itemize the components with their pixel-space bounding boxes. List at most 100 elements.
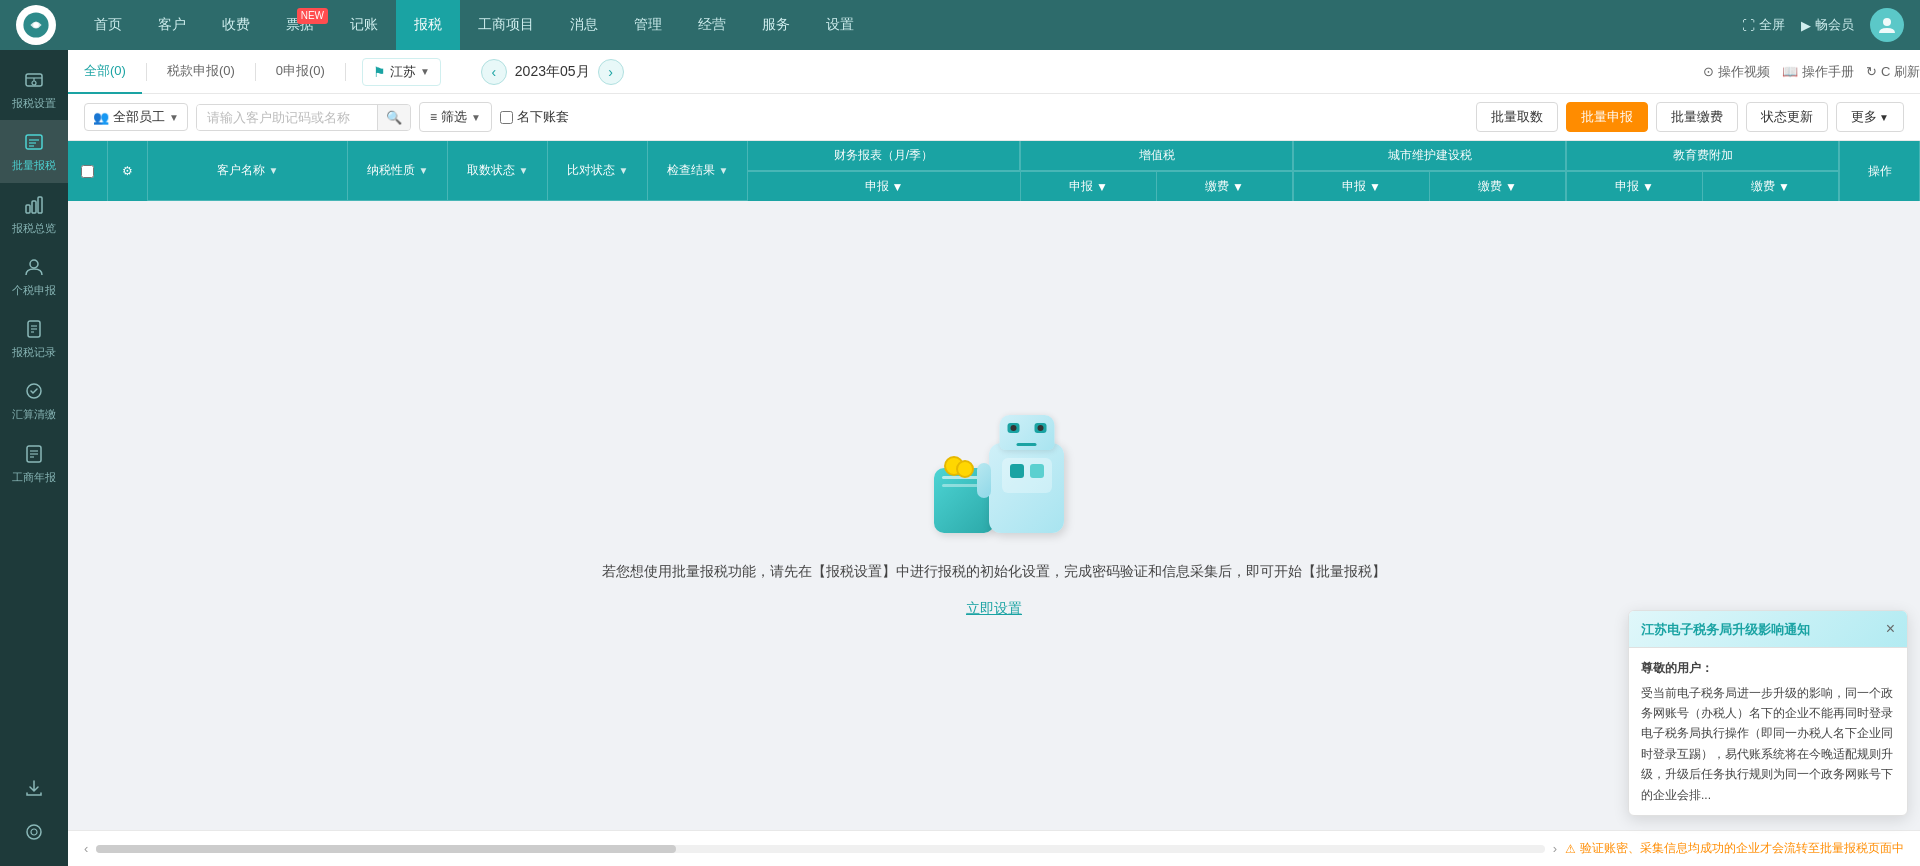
search-button[interactable]: 🔍: [377, 105, 410, 130]
status-update-button[interactable]: 状态更新: [1746, 102, 1828, 132]
video-icon: ⊙: [1703, 64, 1714, 79]
region-text: 江苏: [390, 63, 416, 81]
sidebar-item-batch-tax[interactable]: 批量报税: [0, 120, 68, 182]
edu-pay-filter-icon[interactable]: ▼: [1778, 180, 1790, 194]
sidebar-user-settings[interactable]: [0, 810, 68, 854]
nav-messages[interactable]: 消息: [552, 0, 616, 50]
notification-greeting: 尊敬的用户：: [1641, 658, 1895, 678]
svg-rect-12: [38, 197, 42, 213]
tab-zero-declare[interactable]: 0申报(0): [260, 50, 341, 94]
empty-message: 若您想使用批量报税功能，请先在【报税设置】中进行报税的初始化设置，完成密码验证和…: [602, 559, 1386, 584]
th-vat-group: 增值税: [1021, 141, 1293, 171]
tabs-period-row: 全部(0) 税款申报(0) 0申报(0) ⚑ 江苏 ▼ ‹ 2023年05月 ›…: [68, 50, 1920, 94]
batch-declare-button[interactable]: 批量申报: [1566, 102, 1648, 132]
fullscreen-button[interactable]: ⛶ 全屏: [1742, 16, 1785, 34]
personal-tax-icon: [22, 255, 46, 279]
sidebar-item-tax-overview[interactable]: 报税总览: [0, 183, 68, 245]
th-edu-group: 教育费附加: [1567, 141, 1839, 171]
nav-tax[interactable]: 报税: [396, 0, 460, 50]
vat-pay-filter-icon[interactable]: ▼: [1232, 180, 1244, 194]
batch-pay-button[interactable]: 批量缴费: [1656, 102, 1738, 132]
setup-link[interactable]: 立即设置: [966, 600, 1022, 618]
svg-rect-6: [26, 135, 42, 149]
sidebar-download[interactable]: [0, 766, 68, 810]
vat-declare-filter-icon[interactable]: ▼: [1096, 180, 1108, 194]
name-filter-icon[interactable]: ▼: [269, 165, 279, 176]
sidebar-item-tax-record[interactable]: 报税记录: [0, 307, 68, 369]
th-financial-sub-declare: 申报 ▼: [748, 171, 1020, 201]
account-checkbox[interactable]: [500, 111, 513, 124]
nav-home[interactable]: 首页: [76, 0, 140, 50]
th-check[interactable]: [68, 141, 108, 201]
member-button[interactable]: ▶ 畅会员: [1801, 16, 1854, 34]
take-status-filter-icon[interactable]: ▼: [519, 165, 529, 176]
scroll-right-arrow[interactable]: ›: [1553, 841, 1557, 856]
action-refresh[interactable]: ↻ C 刷新: [1866, 63, 1920, 81]
user-settings-icon: [22, 820, 46, 844]
urban-declare-filter-icon[interactable]: ▼: [1369, 180, 1381, 194]
user-avatar[interactable]: [1870, 8, 1904, 42]
nav-accounting[interactable]: 记账: [332, 0, 396, 50]
sidebar-item-annual-report[interactable]: 工商年报: [0, 432, 68, 494]
sidebar-item-personal-tax[interactable]: 个税申报: [0, 245, 68, 307]
batch-fetch-button[interactable]: 批量取数: [1476, 102, 1558, 132]
th-financial-group: 财务报表（月/季）: [748, 141, 1020, 171]
compare-status-filter-icon[interactable]: ▼: [619, 165, 629, 176]
app-logo[interactable]: [16, 5, 56, 45]
region-selector[interactable]: ⚑ 江苏 ▼: [362, 58, 441, 86]
check-result-filter-icon[interactable]: ▼: [719, 165, 729, 176]
employee-chevron-icon: ▼: [169, 112, 179, 123]
fullscreen-icon: ⛶: [1742, 18, 1755, 33]
search-icon: 🔍: [386, 110, 402, 125]
nav-operations[interactable]: 经营: [680, 0, 744, 50]
notification-close-button[interactable]: ×: [1886, 621, 1895, 637]
top-nav-right: ⛶ 全屏 ▶ 畅会员: [1742, 8, 1904, 42]
period-next-button[interactable]: ›: [598, 59, 624, 85]
nav-business[interactable]: 工商项目: [460, 0, 552, 50]
sidebar-label-tax-overview: 报税总览: [12, 221, 56, 235]
nav-billing[interactable]: 收费: [204, 0, 268, 50]
toolbar: 👥 全部员工 ▼ 🔍 ≡ 筛选 ▼ 名下账套 批量取数 批量申报: [68, 94, 1920, 141]
batch-tax-icon: [22, 130, 46, 154]
period-text: 2023年05月: [515, 63, 590, 81]
table-header: ⚙ 客户名称 ▼ 纳税性质 ▼ 取数状态 ▼ 比对状态: [68, 141, 1920, 201]
sidebar-item-tax-settings[interactable]: 报税设置: [0, 58, 68, 120]
nav-invoice[interactable]: 票据 NEW: [268, 0, 332, 50]
period-prev-button[interactable]: ‹: [481, 59, 507, 85]
nav-management[interactable]: 管理: [616, 0, 680, 50]
tax-type-filter-icon[interactable]: ▼: [419, 165, 429, 176]
svg-point-23: [27, 825, 41, 839]
th-edu-pay: 缴费 ▼: [1703, 171, 1839, 201]
nav-customer[interactable]: 客户: [140, 0, 204, 50]
employee-select[interactable]: 👥 全部员工 ▼: [84, 103, 188, 131]
warning-message: ⚠ 验证账密、采集信息均成功的企业才会流转至批量报税页面中: [1565, 840, 1904, 857]
select-all-checkbox[interactable]: [81, 165, 94, 178]
edu-declare-filter-icon[interactable]: ▼: [1642, 180, 1654, 194]
nav-services[interactable]: 服务: [744, 0, 808, 50]
sidebar-label-tax-record: 报税记录: [12, 345, 56, 359]
horizontal-scrollbar[interactable]: [96, 845, 1544, 853]
th-action: 操作: [1840, 141, 1920, 201]
sidebar-item-settlement[interactable]: 汇算清缴: [0, 369, 68, 431]
more-button[interactable]: 更多 ▼: [1836, 102, 1904, 132]
action-manual[interactable]: 📖 操作手册: [1782, 63, 1854, 81]
scroll-left-arrow[interactable]: ‹: [84, 841, 88, 856]
urban-pay-filter-icon[interactable]: ▼: [1505, 180, 1517, 194]
financial-declare-filter-icon[interactable]: ▼: [892, 180, 904, 194]
account-checkbox-label[interactable]: 名下账套: [500, 108, 569, 126]
tab-all[interactable]: 全部(0): [68, 50, 142, 94]
action-video[interactable]: ⊙ 操作视频: [1703, 63, 1770, 81]
filter-button[interactable]: ≡ 筛选 ▼: [419, 102, 492, 132]
search-input[interactable]: [197, 105, 377, 130]
nav-settings[interactable]: 设置: [808, 0, 872, 50]
th-vat-pay: 缴费 ▼: [1157, 171, 1293, 201]
tab-divider-3: [345, 63, 346, 81]
member-icon: ▶: [1801, 18, 1811, 33]
new-badge: NEW: [297, 8, 328, 24]
period-selector: ‹ 2023年05月 ›: [461, 59, 644, 85]
th-gear[interactable]: ⚙: [108, 141, 148, 201]
download-icon: [22, 776, 46, 800]
tab-tax-declare[interactable]: 税款申报(0): [151, 50, 251, 94]
sidebar-label-tax-settings: 报税设置: [12, 96, 56, 110]
svg-rect-11: [32, 201, 36, 213]
